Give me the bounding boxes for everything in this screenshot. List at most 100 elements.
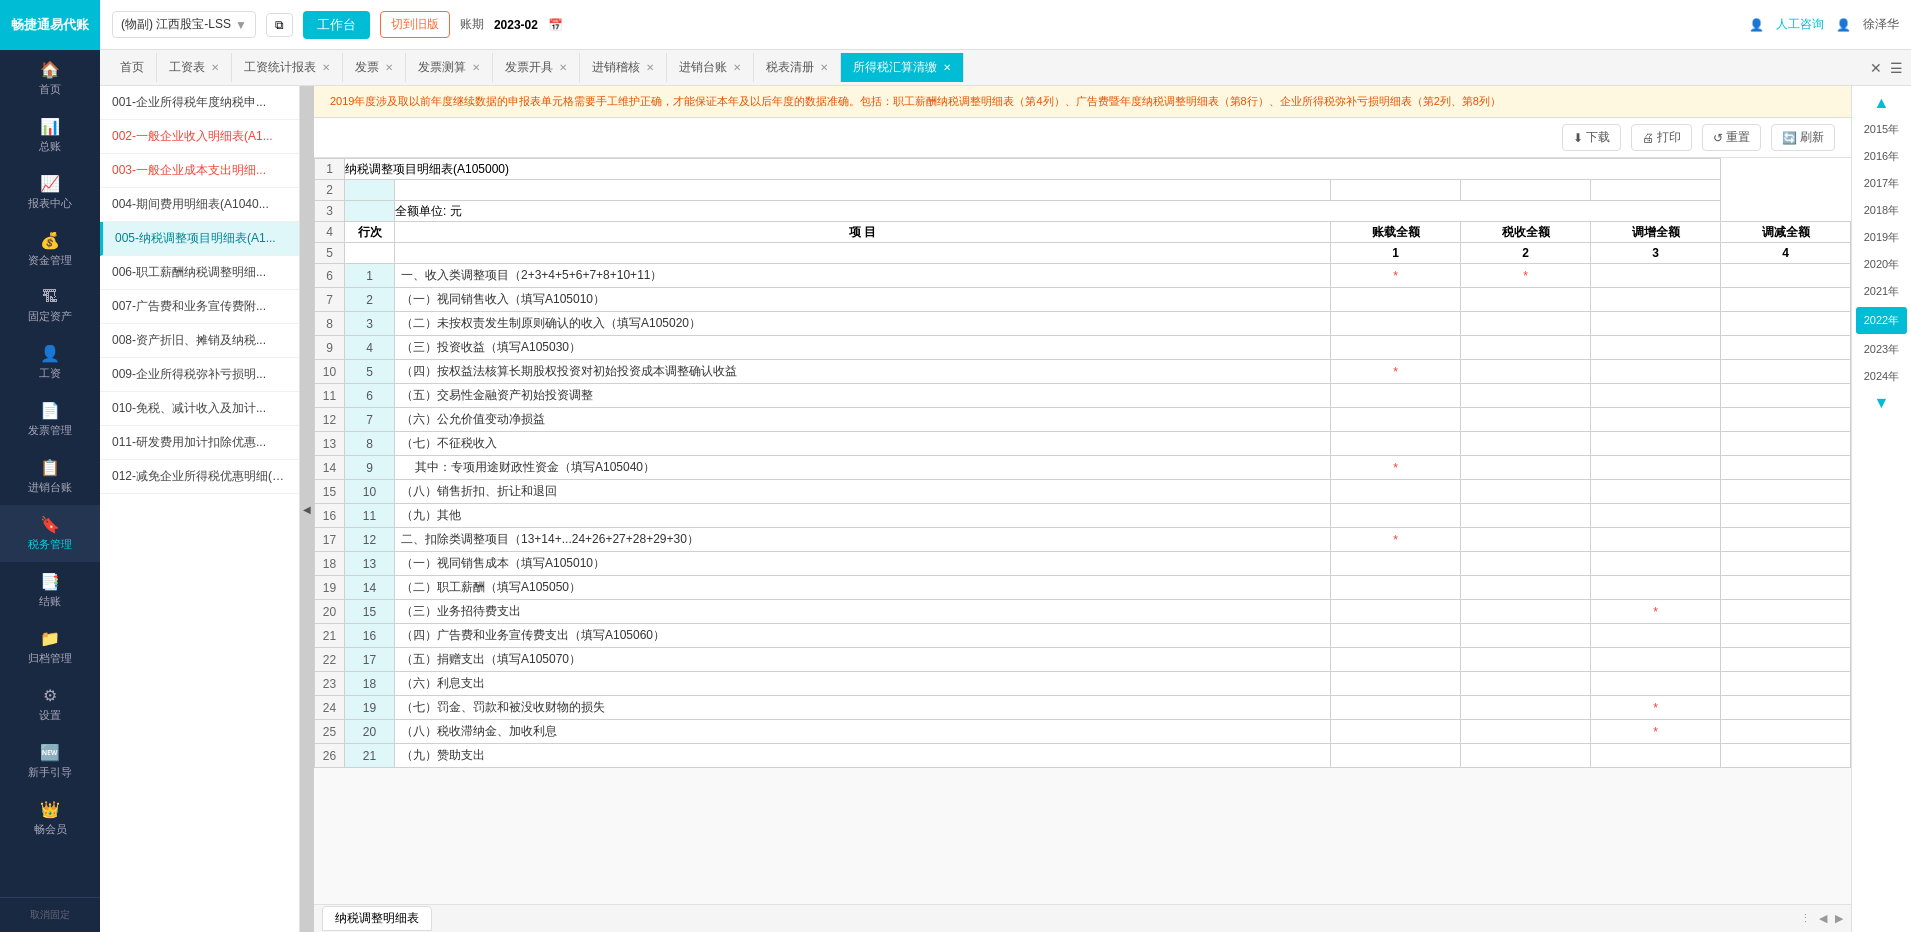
tab-close-icon[interactable]: ✕	[211, 62, 219, 73]
tab-close-icon[interactable]: ✕	[472, 62, 480, 73]
cell[interactable]	[395, 180, 1331, 201]
cell[interactable]	[1461, 180, 1591, 201]
left-item-003[interactable]: 003-一般企业成本支出明细...	[100, 154, 299, 188]
workbench-button[interactable]: 工作台	[303, 11, 370, 39]
cell[interactable]	[1591, 180, 1721, 201]
spreadsheet: 1 纳税调整项目明细表(A105000) 2 3	[314, 158, 1851, 768]
year-2017[interactable]: 2017年	[1852, 170, 1911, 197]
bottom-tab-item[interactable]: 纳税调整明细表	[322, 906, 432, 931]
tab-home[interactable]: 首页	[108, 53, 157, 82]
cell[interactable]	[345, 201, 395, 222]
tab-close-icon[interactable]: ✕	[385, 62, 393, 73]
download-button[interactable]: ⬇ 下载	[1562, 124, 1621, 151]
left-item-005[interactable]: 005-纳税调整项目明细表(A1...	[100, 222, 299, 256]
close-all-icon[interactable]: ✕	[1870, 60, 1882, 76]
left-item-012[interactable]: 012-减免企业所得税优惠明细(…	[100, 460, 299, 494]
left-item-009[interactable]: 009-企业所得税弥补亏损明...	[100, 358, 299, 392]
sidebar-unpin[interactable]: 取消固定	[0, 897, 100, 932]
left-item-006[interactable]: 006-职工薪酬纳税调整明细...	[100, 256, 299, 290]
sidebar-item-tax[interactable]: 🔖 税务管理	[0, 505, 100, 562]
consult-label[interactable]: 人工咨询	[1776, 16, 1824, 33]
year-2016[interactable]: 2016年	[1852, 143, 1911, 170]
tab-purchase-ledger[interactable]: 进销台账✕	[667, 53, 754, 82]
row-number: 5	[315, 243, 345, 264]
tab-close-icon[interactable]: ✕	[820, 62, 828, 73]
cell[interactable]	[345, 180, 395, 201]
sidebar-item-ledger[interactable]: 📊 总账	[0, 107, 100, 164]
company-selector[interactable]: (物副) 江西股宝-LSS ▼	[112, 11, 256, 38]
col-header-item: 项 目	[395, 222, 1331, 243]
tab-close-icon[interactable]: ✕	[646, 62, 654, 73]
sidebar-item-finance[interactable]: 💰 资金管理	[0, 221, 100, 278]
tab-invoice-calc[interactable]: 发票测算✕	[406, 53, 493, 82]
print-button[interactable]: 🖨 打印	[1631, 124, 1692, 151]
sidebar-item-label: 总账	[39, 139, 61, 154]
tab-salary[interactable]: 工资表✕	[157, 53, 232, 82]
sidebar-item-closing[interactable]: 📑 结账	[0, 562, 100, 619]
sidebar-item-archive[interactable]: 📁 归档管理	[0, 619, 100, 676]
year-2023[interactable]: 2023年	[1852, 336, 1911, 363]
refresh-button[interactable]: 🔄 刷新	[1771, 124, 1835, 151]
year-up-icon[interactable]: ▲	[1870, 90, 1894, 116]
sidebar-item-member[interactable]: 👑 畅会员	[0, 790, 100, 847]
sidebar-item-label: 进销台账	[28, 480, 72, 495]
reports-icon: 📈	[40, 174, 60, 193]
sidebar-item-salary[interactable]: 👤 工资	[0, 334, 100, 391]
tab-close-icon[interactable]: ✕	[733, 62, 741, 73]
row-number: 3	[315, 201, 345, 222]
tab-tax-table[interactable]: 税表清册✕	[754, 53, 841, 82]
table-row: 13 8 （七）不征税收入	[315, 432, 1851, 456]
old-version-button[interactable]: 切到旧版	[380, 11, 450, 38]
sheet-container: 1 纳税调整项目明细表(A105000) 2 3	[314, 158, 1851, 904]
warning-text: 2019年度涉及取以前年度继续数据的申报表单元格需要手工维护正确，才能保证本年及…	[330, 95, 1501, 107]
year-2021[interactable]: 2021年	[1852, 278, 1911, 305]
sidebar-item-guide[interactable]: 🆕 新手引导	[0, 733, 100, 790]
sidebar-item-label: 设置	[39, 708, 61, 723]
tab-close-icon[interactable]: ✕	[559, 62, 567, 73]
scroll-left-icon[interactable]: ⋮	[1800, 912, 1811, 925]
tab-income-tax[interactable]: 所得税汇算清缴✕	[841, 53, 964, 82]
user-label[interactable]: 徐泽华	[1863, 16, 1899, 33]
year-2015[interactable]: 2015年	[1852, 116, 1911, 143]
sidebar-item-assets[interactable]: 🏗 固定资产	[0, 278, 100, 334]
left-item-004[interactable]: 004-期间费用明细表(A1040...	[100, 188, 299, 222]
sidebar-item-purchase[interactable]: 📋 进销台账	[0, 448, 100, 505]
table-row: 15 10 （八）销售折扣、折让和退回	[315, 480, 1851, 504]
warning-bar: 2019年度涉及取以前年度继续数据的申报表单元格需要手工维护正确，才能保证本年及…	[314, 86, 1851, 118]
sidebar-item-invoice[interactable]: 📄 发票管理	[0, 391, 100, 448]
prev-page-icon[interactable]: ◀	[1819, 912, 1827, 925]
reset-icon: ↺	[1713, 131, 1723, 145]
left-item-010[interactable]: 010-免税、减计收入及加计...	[100, 392, 299, 426]
menu-icon[interactable]: ☰	[1890, 60, 1903, 76]
copy-button[interactable]: ⧉	[266, 13, 293, 37]
tab-salary-report[interactable]: 工资统计报表✕	[232, 53, 343, 82]
year-2020[interactable]: 2020年	[1852, 251, 1911, 278]
collapse-button[interactable]: ◀	[300, 86, 314, 932]
year-2022[interactable]: 2022年	[1856, 307, 1907, 334]
sidebar-item-reports[interactable]: 📈 报表中心	[0, 164, 100, 221]
sidebar-item-home[interactable]: 🏠 首页	[0, 50, 100, 107]
tab-close-icon[interactable]: ✕	[322, 62, 330, 73]
next-page-icon[interactable]: ▶	[1835, 912, 1843, 925]
left-item-002[interactable]: 002-一般企业收入明细表(A1...	[100, 120, 299, 154]
tab-invoice[interactable]: 发票✕	[343, 53, 406, 82]
bottom-bar: 纳税调整明细表 ⋮ ◀ ▶	[314, 904, 1851, 932]
year-down-icon[interactable]: ▼	[1870, 390, 1894, 416]
table-row: 23 18 （六）利息支出	[315, 672, 1851, 696]
reset-button[interactable]: ↺ 重置	[1702, 124, 1761, 151]
tab-purchase-check[interactable]: 进销稽核✕	[580, 53, 667, 82]
table-row: 14 9 其中：专项用途财政性资金（填写A105040） *	[315, 456, 1851, 480]
left-item-011[interactable]: 011-研发费用加计扣除优惠...	[100, 426, 299, 460]
cell[interactable]	[1331, 180, 1461, 201]
tab-invoice-open[interactable]: 发票开具✕	[493, 53, 580, 82]
left-item-007[interactable]: 007-广告费和业务宣传费附...	[100, 290, 299, 324]
year-2018[interactable]: 2018年	[1852, 197, 1911, 224]
col-header-decrease: 调减全额	[1721, 222, 1851, 243]
left-item-008[interactable]: 008-资产折旧、摊销及纳税...	[100, 324, 299, 358]
tab-close-icon[interactable]: ✕	[943, 62, 951, 73]
closing-icon: 📑	[40, 572, 60, 591]
year-2019[interactable]: 2019年	[1852, 224, 1911, 251]
year-2024[interactable]: 2024年	[1852, 363, 1911, 390]
sidebar-item-settings[interactable]: ⚙ 设置	[0, 676, 100, 733]
left-item-001[interactable]: 001-企业所得税年度纳税申...	[100, 86, 299, 120]
